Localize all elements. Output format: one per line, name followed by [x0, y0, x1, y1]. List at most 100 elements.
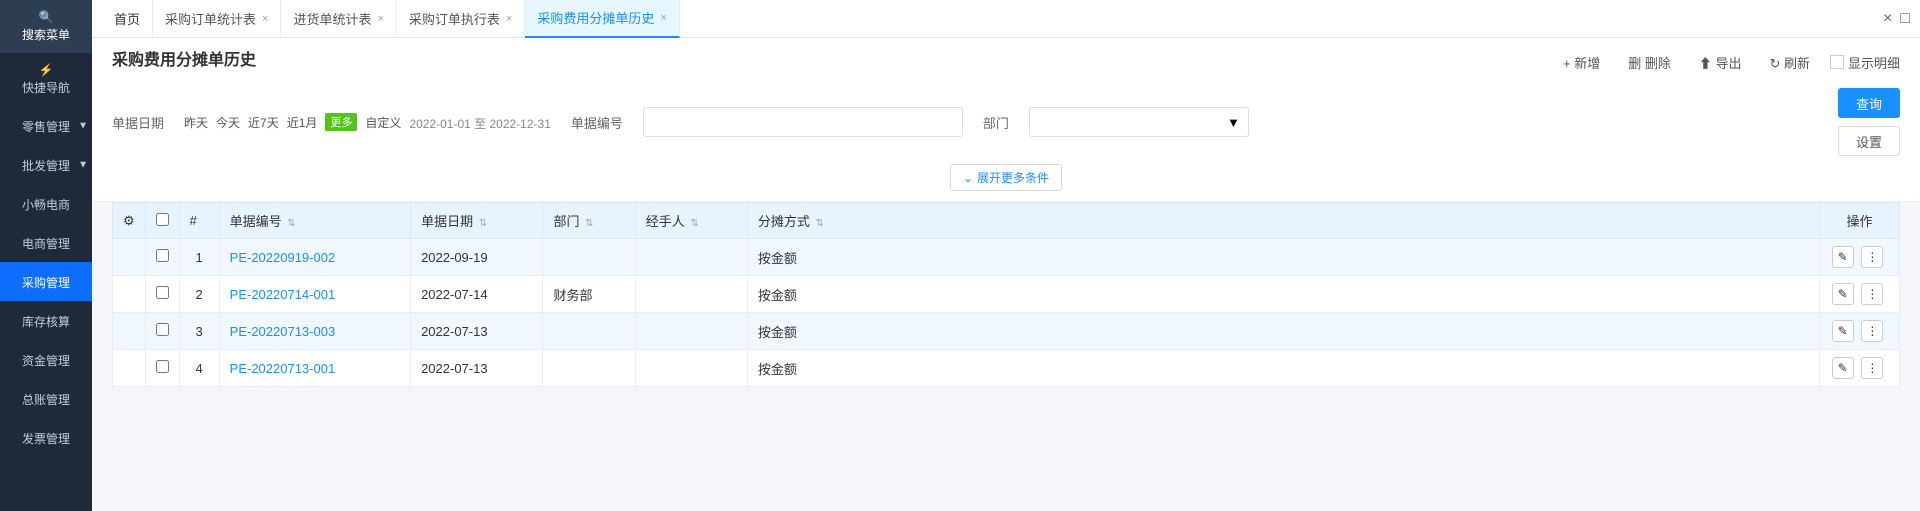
delete-button[interactable]: 删 删除 — [1620, 49, 1679, 76]
more-btn-1[interactable]: ⋮ — [1861, 283, 1883, 305]
select-all-checkbox[interactable] — [156, 213, 169, 226]
sidebar-item-quicknav[interactable]: ⚡ 快捷导航 — [0, 53, 92, 106]
row-doc-no-0: PE-20220919-002 — [219, 239, 410, 276]
sidebar-item-ledger[interactable]: 总账管理 — [0, 379, 92, 418]
th-handler[interactable]: 经手人 ⇅ — [635, 203, 747, 239]
row-no-0: 1 — [179, 239, 219, 276]
edit-btn-3[interactable]: ✎ — [1832, 357, 1854, 379]
sidebar-item-finance[interactable]: 资金管理 — [0, 340, 92, 379]
shortcut-custom[interactable]: 自定义 — [365, 114, 401, 131]
row-split-method-2: 按金额 — [747, 313, 1819, 350]
shortcut-today[interactable]: 今天 — [216, 114, 240, 131]
chevron-down-dept-icon: ▼ — [1227, 115, 1240, 130]
sidebar-label-miniapp: 小畅电商 — [8, 196, 84, 213]
th-split-method-label: 分摊方式 — [758, 214, 810, 229]
edit-btn-2[interactable]: ✎ — [1832, 320, 1854, 342]
more-btn-0[interactable]: ⋮ — [1861, 246, 1883, 268]
tab-home[interactable]: 首页 — [102, 0, 153, 38]
tab-purchase-order-stats-label: 采购订单统计表 — [165, 9, 256, 28]
sidebar-item-invoice[interactable]: 发票管理 — [0, 418, 92, 457]
query-button[interactable]: 查询 — [1838, 88, 1900, 118]
more-btn-2[interactable]: ⋮ — [1861, 320, 1883, 342]
date-range-text: 2022-01-01 至 2022-12-31 — [409, 115, 550, 132]
page-title: 采购费用分摊单历史 — [112, 46, 256, 70]
tab-close-inbound-stats[interactable]: × — [377, 13, 383, 25]
row-split-method-3: 按金额 — [747, 350, 1819, 387]
tab-bar: 首页 采购订单统计表 × 进货单统计表 × 采购订单执行表 × 采购费用分摊单历… — [92, 0, 1920, 38]
row-doc-date-2: 2022-07-13 — [411, 313, 543, 350]
row-doc-no-2: PE-20220713-003 — [219, 313, 410, 350]
row-checkbox-0[interactable] — [156, 249, 169, 262]
sort-handler-icon: ⇅ — [690, 218, 698, 229]
tab-purchase-fee-history[interactable]: 采购费用分摊单历史 × — [525, 0, 679, 38]
doc-no-link-2[interactable]: PE-20220713-003 — [230, 324, 336, 339]
table-header-row: ⚙ # 单据编号 ⇅ 单据日期 ⇅ — [113, 203, 1900, 239]
refresh-button[interactable]: ↻ 刷新 — [1761, 49, 1818, 76]
sidebar-label-ecommerce: 电商管理 — [8, 235, 84, 252]
row-doc-date-1: 2022-07-14 — [411, 276, 543, 313]
search-icon: 🔍 — [39, 10, 54, 24]
expand-conditions-label: 展开更多条件 — [977, 169, 1049, 186]
th-action: 操作 — [1820, 203, 1900, 239]
table-row: 4 PE-20220713-001 2022-07-13 按金额 ✎ ⋮ — [113, 350, 1900, 387]
row-checkbox-3[interactable] — [156, 360, 169, 373]
tab-purchase-fee-history-label: 采购费用分摊单历史 — [537, 8, 654, 27]
sidebar-label-inventory: 库存核算 — [8, 313, 84, 330]
sidebar-item-search[interactable]: 🔍 搜索菜单 — [0, 0, 92, 53]
table-row: 2 PE-20220714-001 2022-07-14 财务部 按金额 ✎ ⋮ — [113, 276, 1900, 313]
table-area: ⚙ # 单据编号 ⇅ 单据日期 ⇅ — [92, 202, 1920, 511]
shortcut-yesterday[interactable]: 昨天 — [184, 114, 208, 131]
row-gear-2 — [113, 313, 146, 350]
sidebar-item-inventory[interactable]: 库存核算 — [0, 301, 92, 340]
tab-close-purchase-order-stats[interactable]: × — [262, 13, 268, 25]
export-button[interactable]: ⬆ 导出 — [1691, 49, 1750, 76]
th-split-method[interactable]: 分摊方式 ⇅ — [747, 203, 1819, 239]
tab-purchase-order-stats[interactable]: 采购订单统计表 × — [153, 0, 281, 38]
add-button[interactable]: + 新增 — [1555, 49, 1608, 76]
edit-btn-0[interactable]: ✎ — [1832, 246, 1854, 268]
th-check — [145, 203, 179, 239]
date-shortcuts: 昨天 今天 近7天 近1月 更多 自定义 2022-01-01 至 2022-1… — [184, 112, 551, 132]
doc-no-link-1[interactable]: PE-20220714-001 — [230, 287, 336, 302]
th-dept-label: 部门 — [553, 214, 579, 229]
sidebar-label-ledger: 总账管理 — [8, 391, 84, 408]
edit-btn-1[interactable]: ✎ — [1832, 283, 1854, 305]
tab-close-purchase-order-exec[interactable]: × — [506, 13, 512, 25]
tab-maximize-window[interactable]: □ — [1900, 10, 1910, 28]
shortcut-more[interactable]: 更多 — [325, 113, 357, 131]
doc-no-input[interactable] — [643, 107, 963, 137]
doc-no-link-0[interactable]: PE-20220919-002 — [230, 250, 336, 265]
date-filter-label: 单据日期 — [112, 113, 164, 132]
show-detail-checkbox[interactable] — [1830, 55, 1844, 69]
doc-no-link-3[interactable]: PE-20220713-001 — [230, 361, 336, 376]
th-dept[interactable]: 部门 ⇅ — [543, 203, 635, 239]
sidebar-item-purchase[interactable]: 采购管理 — [0, 262, 92, 301]
expand-conditions-button[interactable]: ⌄ 展开更多条件 — [950, 164, 1062, 191]
more-btn-3[interactable]: ⋮ — [1861, 357, 1883, 379]
row-check-1 — [145, 276, 179, 313]
settings-button[interactable]: 设置 — [1838, 126, 1900, 156]
tab-purchase-order-exec[interactable]: 采购订单执行表 × — [397, 0, 525, 38]
sort-doc-no-icon: ⇅ — [287, 218, 295, 229]
sidebar-label-search: 搜索菜单 — [8, 26, 84, 43]
sidebar-label-retail: 零售管理 — [8, 118, 84, 135]
show-detail-checkbox-label[interactable]: 显示明细 — [1830, 53, 1900, 72]
th-doc-no[interactable]: 单据编号 ⇅ — [219, 203, 410, 239]
shortcut-1month[interactable]: 近1月 — [287, 114, 318, 131]
th-doc-date[interactable]: 单据日期 ⇅ — [411, 203, 543, 239]
tab-purchase-order-exec-label: 采购订单执行表 — [409, 9, 500, 28]
row-handler-2 — [635, 313, 747, 350]
show-detail-label: 显示明细 — [1848, 53, 1900, 72]
dept-select[interactable]: ▼ — [1029, 107, 1249, 137]
sidebar-item-wholesale[interactable]: 批发管理 ▼ — [0, 145, 92, 184]
tab-close-window[interactable]: × — [1883, 10, 1892, 28]
tab-inbound-stats[interactable]: 进货单统计表 × — [281, 0, 396, 38]
tab-close-purchase-fee-history[interactable]: × — [660, 12, 666, 24]
row-checkbox-2[interactable] — [156, 323, 169, 336]
sidebar-item-ecommerce[interactable]: 电商管理 — [0, 223, 92, 262]
sidebar-item-retail[interactable]: 零售管理 ▼ — [0, 106, 92, 145]
sidebar-item-miniapp[interactable]: 小畅电商 — [0, 184, 92, 223]
th-gear[interactable]: ⚙ — [113, 203, 146, 239]
row-checkbox-1[interactable] — [156, 286, 169, 299]
shortcut-7days[interactable]: 近7天 — [248, 114, 279, 131]
